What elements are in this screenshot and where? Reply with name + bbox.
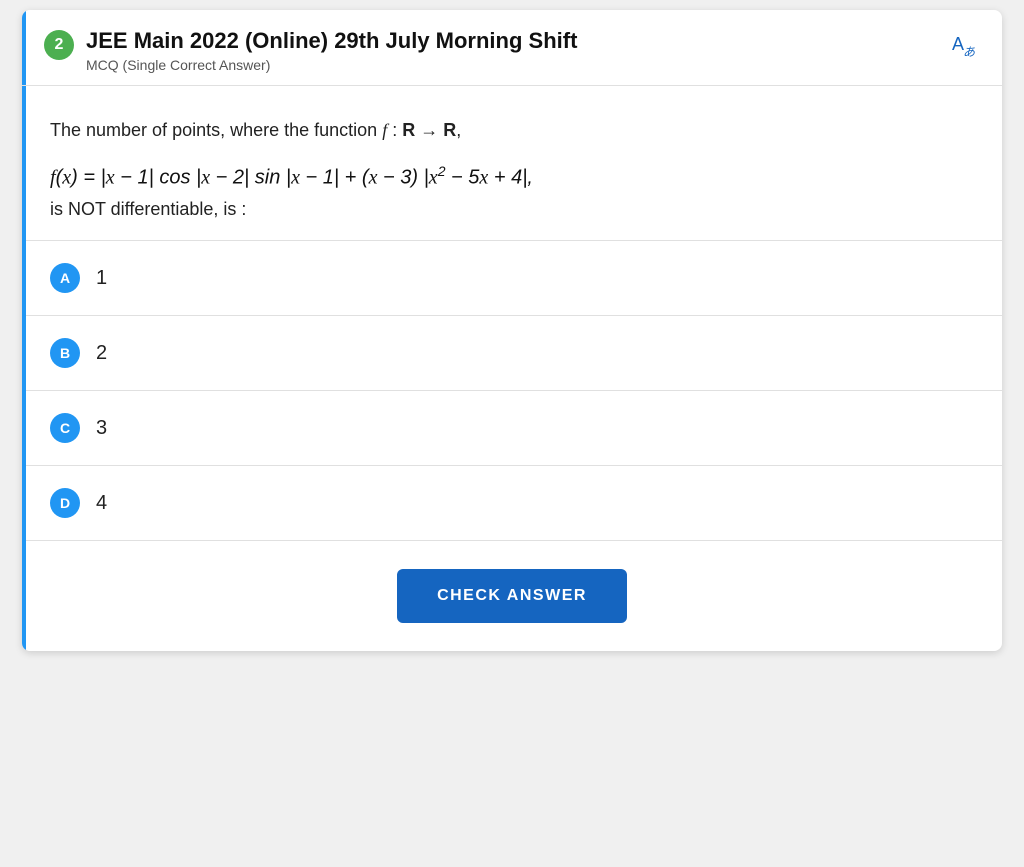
- question-number-badge: 2: [44, 30, 74, 60]
- translate-icon[interactable]: A あ: [948, 28, 980, 60]
- option-badge-c: C: [50, 413, 80, 443]
- option-value-a: 1: [96, 267, 107, 290]
- option-row-a[interactable]: A 1: [22, 241, 1002, 316]
- accent-bar: [22, 10, 26, 651]
- question-body: The number of points, where the function…: [22, 86, 1002, 241]
- question-intro-text: The number of points, where the function…: [50, 116, 974, 145]
- svg-text:あ: あ: [963, 45, 975, 58]
- footer: CHECK ANSWER: [22, 541, 1002, 651]
- question-tail-text: is NOT differentiable, is :: [50, 199, 974, 220]
- question-number: 2: [55, 36, 64, 54]
- option-label-d: D: [60, 495, 70, 511]
- options-section: A 1 B 2 C 3 D 4: [22, 241, 1002, 541]
- check-answer-button[interactable]: CHECK ANSWER: [397, 569, 627, 623]
- option-row-b[interactable]: B 2: [22, 316, 1002, 391]
- exam-title: JEE Main 2022 (Online) 29th July Morning…: [86, 28, 577, 54]
- option-label-a: A: [60, 270, 70, 286]
- question-card: 2 JEE Main 2022 (Online) 29th July Morni…: [22, 10, 1002, 651]
- option-badge-d: D: [50, 488, 80, 518]
- option-label-c: C: [60, 420, 70, 436]
- option-value-b: 2: [96, 342, 107, 365]
- exam-subtitle: MCQ (Single Correct Answer): [86, 57, 577, 73]
- option-badge-b: B: [50, 338, 80, 368]
- option-badge-a: A: [50, 263, 80, 293]
- option-value-d: 4: [96, 492, 107, 515]
- option-row-d[interactable]: D 4: [22, 466, 1002, 541]
- header-left: 2 JEE Main 2022 (Online) 29th July Morni…: [44, 28, 577, 73]
- math-formula: f(x) = |x − 1| cos |x − 2| sin |x − 1| +…: [50, 163, 974, 190]
- option-row-c[interactable]: C 3: [22, 391, 1002, 466]
- option-value-c: 3: [96, 417, 107, 440]
- option-label-b: B: [60, 345, 70, 361]
- header-title-block: JEE Main 2022 (Online) 29th July Morning…: [86, 28, 577, 73]
- function-notation: f: [382, 120, 387, 140]
- question-header: 2 JEE Main 2022 (Online) 29th July Morni…: [22, 10, 1002, 86]
